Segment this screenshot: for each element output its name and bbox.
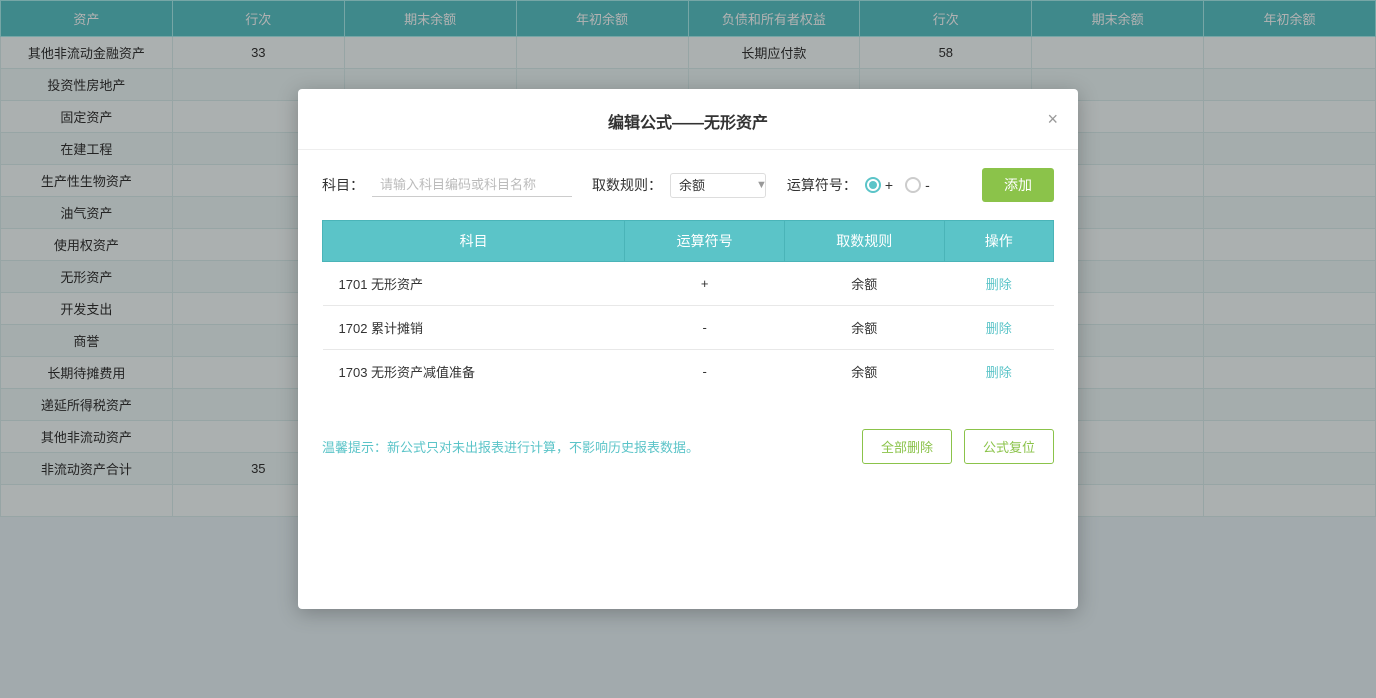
- dialog-title: 编辑公式——无形资产: [608, 115, 768, 132]
- table-action-cell: 删除: [944, 306, 1053, 350]
- operator-radio-group: + -: [865, 177, 930, 193]
- table-rule-cell: 余额: [784, 262, 944, 306]
- table-action-cell: 删除: [944, 350, 1053, 394]
- subject-group: 科目：: [322, 173, 572, 197]
- footer-buttons: 全部删除 公式复位: [862, 429, 1054, 464]
- table-operator-cell: +: [625, 262, 785, 306]
- rule-select[interactable]: 余额 借方 贷方 借方发生额 贷方发生额: [670, 173, 766, 198]
- footer-tip: 温馨提示：新公式只对未出报表进行计算，不影响历史报表数据。: [322, 437, 862, 456]
- table-rule-cell: 余额: [784, 306, 944, 350]
- delete-row-button[interactable]: 删除: [986, 321, 1012, 336]
- subject-label: 科目：: [322, 175, 364, 195]
- formula-table: 科目运算符号取数规则操作 1701 无形资产+余额删除1702 累计摊销-余额删…: [322, 220, 1054, 393]
- rule-label: 取数规则：: [592, 175, 662, 195]
- table-row: 1702 累计摊销-余额 删除: [323, 306, 1054, 350]
- radio-plus-circle: [865, 177, 881, 193]
- delete-row-button[interactable]: 删除: [986, 277, 1012, 292]
- formula-table-container: 科目运算符号取数规则操作 1701 无形资产+余额删除1702 累计摊销-余额删…: [322, 220, 1054, 393]
- table-col-header: 取数规则: [784, 221, 944, 262]
- delete-row-button[interactable]: 删除: [986, 365, 1012, 380]
- close-button[interactable]: ×: [1043, 106, 1062, 132]
- delete-all-button[interactable]: 全部删除: [862, 429, 952, 464]
- dialog-footer: 温馨提示：新公式只对未出报表进行计算，不影响历史报表数据。 全部删除 公式复位: [298, 413, 1078, 472]
- table-subject-cell: 1703 无形资产减值准备: [323, 350, 625, 394]
- radio-plus[interactable]: +: [865, 177, 893, 193]
- table-row: 1703 无形资产减值准备-余额 删除: [323, 350, 1054, 394]
- table-subject-cell: 1702 累计摊销: [323, 306, 625, 350]
- modal-overlay: 编辑公式——无形资产 × 科目： 取数规则： 余额 借方 贷方 借方发生额 贷方…: [0, 0, 1376, 698]
- table-subject-cell: 1701 无形资产: [323, 262, 625, 306]
- dialog: 编辑公式——无形资产 × 科目： 取数规则： 余额 借方 贷方 借方发生额 贷方…: [298, 89, 1078, 609]
- operator-label: 运算符号：: [787, 175, 857, 195]
- dialog-header: 编辑公式——无形资产 ×: [298, 89, 1078, 150]
- table-operator-cell: -: [625, 350, 785, 394]
- radio-plus-label: +: [885, 177, 893, 193]
- table-col-header: 运算符号: [625, 221, 785, 262]
- radio-minus-label: -: [925, 177, 930, 193]
- operator-group: 运算符号： + -: [787, 175, 930, 195]
- rule-group: 取数规则： 余额 借方 贷方 借方发生额 贷方发生额 ▼: [592, 173, 767, 198]
- table-col-header: 科目: [323, 221, 625, 262]
- table-row: 1701 无形资产+余额 删除: [323, 262, 1054, 306]
- radio-minus[interactable]: -: [905, 177, 930, 193]
- reset-formula-button[interactable]: 公式复位: [964, 429, 1054, 464]
- table-action-cell: 删除: [944, 262, 1053, 306]
- table-col-header: 操作: [944, 221, 1053, 262]
- radio-minus-circle: [905, 177, 921, 193]
- form-row: 科目： 取数规则： 余额 借方 贷方 借方发生额 贷方发生额 ▼ 运算: [298, 150, 1078, 220]
- table-rule-cell: 余额: [784, 350, 944, 394]
- subject-input[interactable]: [372, 173, 572, 197]
- rule-select-wrap: 余额 借方 贷方 借方发生额 贷方发生额 ▼: [670, 173, 767, 198]
- table-operator-cell: -: [625, 306, 785, 350]
- add-button[interactable]: 添加: [982, 168, 1054, 202]
